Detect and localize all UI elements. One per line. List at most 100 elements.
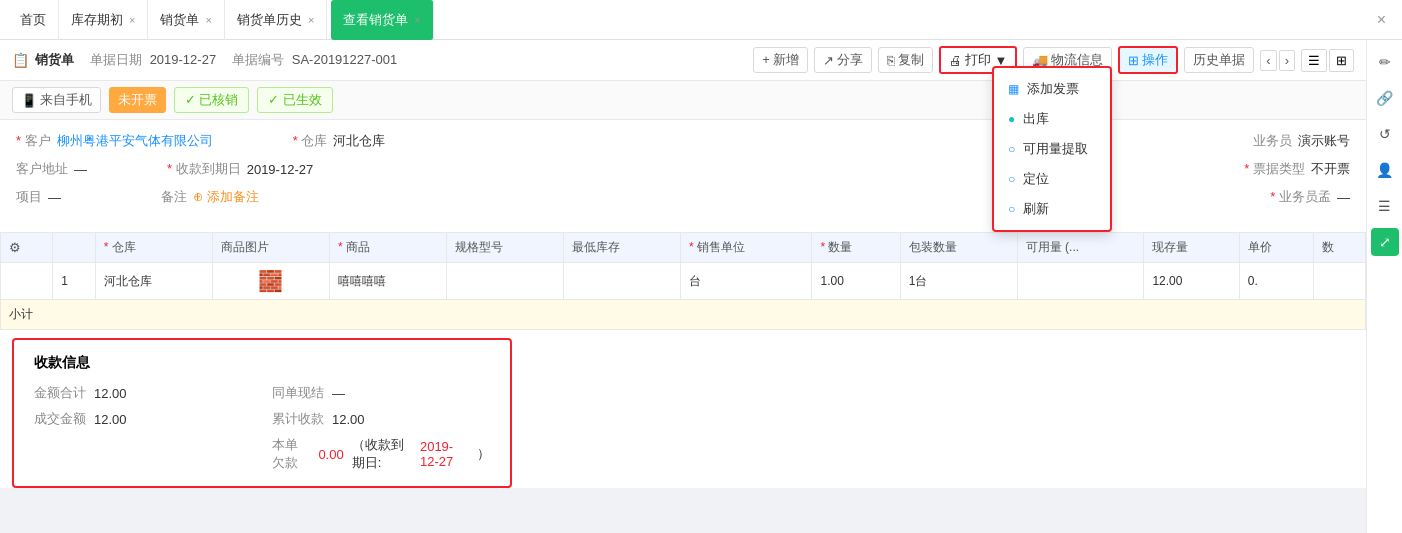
- payment-date-field: 收款到期日 2019-12-27: [167, 160, 313, 178]
- refresh-icon: ○: [1008, 202, 1015, 216]
- col-settings[interactable]: ⚙: [1, 233, 53, 263]
- tab-home[interactable]: 首页: [8, 0, 59, 40]
- outbound-item[interactable]: ● 出库: [994, 104, 1110, 134]
- customer-label: 客户: [16, 132, 51, 150]
- outbound-icon: ●: [1008, 112, 1015, 126]
- row-product: 嘻嘻嘻嘻: [329, 263, 446, 300]
- ticket-type-value: 不开票: [1311, 160, 1350, 178]
- row-num: 1: [53, 263, 96, 300]
- add-invoice-item[interactable]: ▦ 添加发票: [994, 74, 1110, 104]
- operations-icon: ⊞: [1128, 53, 1139, 68]
- doc-header: 📋 销货单 单据日期 2019-12-27 单据编号 SA-20191227-0…: [0, 40, 1366, 81]
- effective-badge: ✓ 已生效: [257, 87, 332, 113]
- doc-number: 单据编号 SA-20191227-001: [232, 51, 397, 69]
- list-view-btn[interactable]: ☰: [1301, 49, 1327, 72]
- avail-qty-icon: ○: [1008, 142, 1015, 156]
- close-all-tabs[interactable]: ×: [1369, 11, 1394, 29]
- warehouse-field: 仓库 河北仓库: [293, 132, 386, 150]
- customer-field: 客户 柳州粤港平安气体有限公司: [16, 132, 213, 150]
- locate-icon: ○: [1008, 172, 1015, 186]
- note-label: 备注: [161, 188, 187, 206]
- owed-close: ）: [477, 445, 490, 463]
- same-order-value: —: [332, 386, 345, 401]
- address-field: 客户地址 —: [16, 160, 87, 178]
- sidebar-expand-icon[interactable]: ⤢: [1371, 228, 1399, 256]
- check-icon: ✓: [185, 92, 196, 107]
- col-quantity: 数量: [812, 233, 900, 263]
- col-min-stock: 最低库存: [563, 233, 680, 263]
- view-buttons: ☰ ⊞: [1301, 49, 1354, 72]
- warehouse-label: 仓库: [293, 132, 328, 150]
- cumulative-value: 12.00: [332, 412, 365, 427]
- transaction-row: 成交金额 12.00: [34, 410, 252, 428]
- tab-bar: 首页 库存期初 × 销货单 × 销货单历史 × 查看销货单 × ×: [0, 0, 1402, 40]
- payment-title: 收款信息: [34, 354, 490, 372]
- tab-check-sales-close[interactable]: ×: [414, 14, 420, 26]
- refresh-item[interactable]: ○ 刷新: [994, 194, 1110, 224]
- copy-icon: ⎘: [887, 53, 895, 68]
- operations-button[interactable]: ⊞ 操作: [1118, 46, 1178, 74]
- tab-sales-history-close[interactable]: ×: [308, 14, 314, 26]
- history-button[interactable]: 历史单据: [1184, 47, 1254, 73]
- row-quantity: 1.00: [812, 263, 900, 300]
- tab-inventory[interactable]: 库存期初 ×: [59, 0, 148, 40]
- next-arrow[interactable]: ›: [1279, 50, 1295, 71]
- share-button[interactable]: ↗ 分享: [814, 47, 872, 73]
- project-label: 项目: [16, 188, 42, 206]
- warehouse-value: 河北仓库: [333, 132, 385, 150]
- doc-date-value: 2019-12-27: [150, 52, 217, 67]
- cumulative-row: 累计收款 12.00: [272, 410, 490, 428]
- new-button[interactable]: + 新增: [753, 47, 808, 73]
- col-product: 商品: [329, 233, 446, 263]
- row-min-stock: [563, 263, 680, 300]
- payment-info-box: 收款信息 金额合计 12.00 同单现结 — 成交金额 12.00 累计收款 1…: [12, 338, 512, 488]
- row-pack-qty: 1台: [900, 263, 1017, 300]
- salesman-label: 业务员: [1253, 132, 1292, 150]
- ticket-type-label: 票据类型: [1244, 160, 1305, 178]
- tab-sales-close[interactable]: ×: [205, 14, 211, 26]
- add-note-icon: ⊕: [193, 189, 203, 204]
- payment-grid: 金额合计 12.00 同单现结 — 成交金额 12.00 累计收款 12.00: [34, 384, 490, 472]
- col-sales-unit: 销售单位: [681, 233, 812, 263]
- payment-date-label: 收款到期日: [167, 160, 241, 178]
- form-area: 客户 柳州粤港平安气体有限公司 仓库 河北仓库 业务员 演示账号 客户地址 —: [0, 120, 1366, 228]
- due-date: 2019-12-27: [420, 439, 469, 469]
- row-spec: [446, 263, 563, 300]
- sidebar-link-icon[interactable]: 🔗: [1371, 84, 1399, 112]
- transaction-value: 12.00: [94, 412, 127, 427]
- settings-icon: ⚙: [9, 240, 21, 255]
- transaction-label: 成交金额: [34, 410, 86, 428]
- cancelled-badge: ✓ 已核销: [174, 87, 249, 113]
- effective-check-icon: ✓: [268, 92, 279, 107]
- grid-view-btn[interactable]: ⊞: [1329, 49, 1354, 72]
- sidebar-list-icon[interactable]: ☰: [1371, 192, 1399, 220]
- total-amount-value: 12.00: [94, 386, 127, 401]
- doc-title-section: 📋 销货单: [12, 51, 74, 69]
- tab-sales-history[interactable]: 销货单历史 ×: [225, 0, 327, 40]
- same-order-label: 同单现结: [272, 384, 324, 402]
- owed-label: 本单欠款: [272, 436, 310, 472]
- customer-value[interactable]: 柳州粤港平安气体有限公司: [57, 132, 213, 150]
- sidebar-user-icon[interactable]: 👤: [1371, 156, 1399, 184]
- row-more: [1313, 263, 1365, 300]
- row-current-qty: 12.00: [1144, 263, 1239, 300]
- biz-field: 业务员孟 —: [1270, 188, 1350, 206]
- tab-sales[interactable]: 销货单 ×: [148, 0, 224, 40]
- locate-item[interactable]: ○ 定位: [994, 164, 1110, 194]
- payment-date-value: 2019-12-27: [247, 162, 314, 177]
- sidebar-refresh-icon[interactable]: ↺: [1371, 120, 1399, 148]
- col-more: 数: [1313, 233, 1365, 263]
- right-sidebar: ✏ 🔗 ↺ 👤 ☰ ⤢: [1366, 40, 1402, 533]
- prev-arrow[interactable]: ‹: [1260, 50, 1276, 71]
- ticket-type-field: 票据类型 不开票: [1244, 160, 1350, 178]
- tab-inventory-close[interactable]: ×: [129, 14, 135, 26]
- sidebar-edit-icon[interactable]: ✏: [1371, 48, 1399, 76]
- tab-check-sales[interactable]: 查看销货单 ×: [331, 0, 433, 40]
- from-phone-button[interactable]: 📱 来自手机: [12, 87, 101, 113]
- copy-button[interactable]: ⎘ 复制: [878, 47, 933, 73]
- avail-qty-item[interactable]: ○ 可用量提取: [994, 134, 1110, 164]
- add-note-btn[interactable]: ⊕ 添加备注: [193, 188, 259, 206]
- row-unit-price: 0.: [1239, 263, 1313, 300]
- note-field: 备注 ⊕ 添加备注: [161, 188, 259, 206]
- not-open-button[interactable]: 未开票: [109, 87, 166, 113]
